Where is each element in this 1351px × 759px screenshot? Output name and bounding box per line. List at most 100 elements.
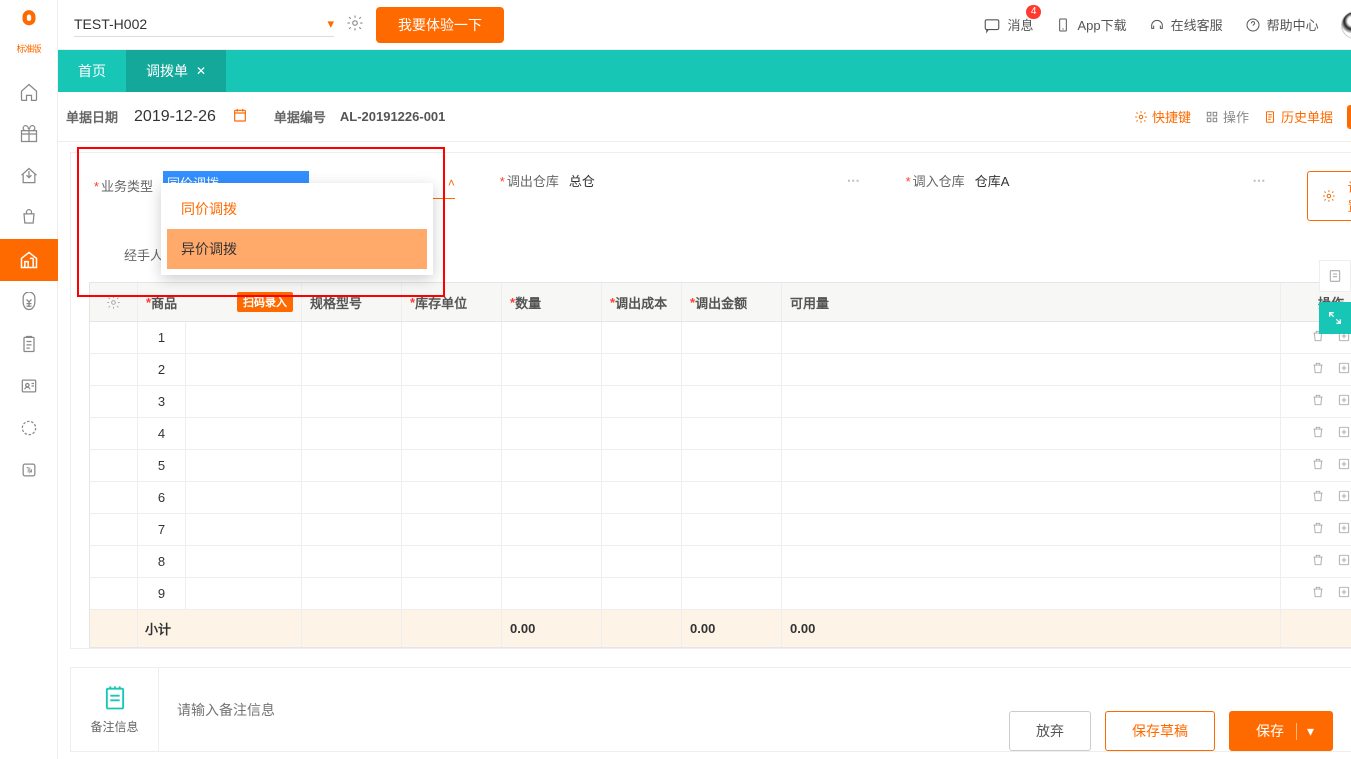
try-button[interactable]: 我要体验一下 xyxy=(376,7,504,43)
delete-row-icon[interactable] xyxy=(1311,457,1325,474)
add-row-icon[interactable] xyxy=(1337,393,1351,410)
view-toggle: ☰ ▒ xyxy=(1347,105,1351,129)
shortcut-link[interactable]: 快捷键 xyxy=(1134,107,1191,126)
company-selector[interactable]: ▾ xyxy=(74,12,334,37)
table-row[interactable]: 9 xyxy=(90,578,1351,610)
nav-finance[interactable] xyxy=(0,281,58,323)
nav-warehouse[interactable] xyxy=(0,239,58,281)
logo-text: 标准版 xyxy=(16,42,40,55)
row-index: 8 xyxy=(138,546,186,577)
page-header: 单据日期 2019-12-26 单据编号 AL-20191226-001 快捷键… xyxy=(58,92,1351,142)
delete-row-icon[interactable] xyxy=(1311,553,1325,570)
mobile-icon xyxy=(1055,17,1071,33)
th-amount: *调出金额 xyxy=(682,283,782,321)
row-index: 9 xyxy=(138,578,186,609)
add-row-icon[interactable] xyxy=(1337,425,1351,442)
message-badge: 4 xyxy=(1026,5,1042,19)
in-wh-value[interactable]: 仓库A xyxy=(975,171,1243,190)
sidebar-nav: 标准版 xyxy=(0,0,58,759)
delete-row-icon[interactable] xyxy=(1311,393,1325,410)
field-out-warehouse[interactable]: *调出仓库 总仓 ⋯ xyxy=(495,171,861,190)
add-row-icon[interactable] xyxy=(1337,361,1351,378)
history-link[interactable]: 历史单据 xyxy=(1263,107,1333,126)
more-icon[interactable]: ⋯ xyxy=(847,173,861,189)
add-row-icon[interactable] xyxy=(1337,553,1351,570)
table-row[interactable]: 2 xyxy=(90,354,1351,386)
messages-link[interactable]: 消息 4 xyxy=(983,15,1033,34)
nav-inbound[interactable] xyxy=(0,155,58,197)
topbar: ▾ 我要体验一下 消息 4 App下载 在线客服 xyxy=(58,0,1351,50)
operate-link[interactable]: 操作 xyxy=(1205,107,1249,126)
help-icon xyxy=(1245,17,1261,33)
discard-button[interactable]: 放弃 xyxy=(1009,711,1091,751)
row-index: 3 xyxy=(138,386,186,417)
company-input[interactable] xyxy=(74,16,319,32)
biztype-dropdown: 同价调拨 异价调拨 xyxy=(161,183,433,275)
table-row[interactable]: 7 xyxy=(90,514,1351,546)
nav-home[interactable] xyxy=(0,71,58,113)
help-link[interactable]: 帮助中心 xyxy=(1245,15,1319,34)
more-icon[interactable]: ⋯ xyxy=(1253,173,1267,189)
delete-row-icon[interactable] xyxy=(1311,425,1325,442)
chevron-down-icon[interactable]: ▾ xyxy=(1296,723,1314,740)
gear-icon xyxy=(1134,110,1148,124)
table-settings-icon[interactable] xyxy=(90,283,138,321)
table-row[interactable]: 4 xyxy=(90,418,1351,450)
chevron-up-icon[interactable]: ˄ xyxy=(448,176,455,190)
date-value[interactable]: 2019-12-26 xyxy=(134,108,216,126)
table-row[interactable]: 5 xyxy=(90,450,1351,482)
add-row-icon[interactable] xyxy=(1337,457,1351,474)
nav-sync[interactable] xyxy=(0,407,58,449)
table-row[interactable]: 8 xyxy=(90,546,1351,578)
tab-transfer-order[interactable]: 调拨单 ✕ xyxy=(126,50,226,92)
delete-row-icon[interactable] xyxy=(1311,521,1325,538)
th-avail: 可用量 xyxy=(782,283,1281,321)
headset-icon xyxy=(1149,17,1165,33)
nav-cart[interactable] xyxy=(0,197,58,239)
setup-button[interactable]: 设置 xyxy=(1307,171,1351,221)
remarks-label: 备注信息 xyxy=(90,718,138,735)
subtotal-label: 小计 xyxy=(138,610,186,647)
app-download-link[interactable]: App下载 xyxy=(1055,15,1126,34)
close-tab-icon[interactable]: ✕ xyxy=(196,64,206,78)
tab-home[interactable]: 首页 xyxy=(58,50,126,92)
date-label: 单据日期 xyxy=(66,107,118,126)
nav-new[interactable] xyxy=(0,449,58,491)
save-draft-button[interactable]: 保存草稿 xyxy=(1105,711,1215,751)
dropdown-option-diff-price[interactable]: 异价调拨 xyxy=(167,229,427,269)
float-expand-icon[interactable] xyxy=(1319,302,1351,334)
footer-buttons: 放弃 保存草稿 保存 ▾ xyxy=(1009,711,1333,751)
delete-row-icon[interactable] xyxy=(1311,585,1325,602)
add-row-icon[interactable] xyxy=(1337,585,1351,602)
dropdown-option-same-price[interactable]: 同价调拨 xyxy=(167,189,427,229)
logo-icon xyxy=(16,8,42,40)
docno-label: 单据编号 xyxy=(274,107,326,126)
user-menu[interactable]: C C xyxy=(1341,11,1351,39)
th-product: *商品扫码录入 xyxy=(138,283,302,321)
subtotal-amount: 0.00 xyxy=(682,610,782,647)
table-row[interactable]: 1 xyxy=(90,322,1351,354)
save-button[interactable]: 保存 ▾ xyxy=(1229,711,1333,751)
row-index: 5 xyxy=(138,450,186,481)
float-note-icon[interactable] xyxy=(1319,260,1351,292)
doc-icon xyxy=(1263,110,1277,124)
float-toolbar xyxy=(1319,260,1351,334)
service-link[interactable]: 在线客服 xyxy=(1149,15,1223,34)
subtotal-qty: 0.00 xyxy=(502,610,602,647)
nav-contacts[interactable] xyxy=(0,365,58,407)
delete-row-icon[interactable] xyxy=(1311,489,1325,506)
field-in-warehouse[interactable]: *调入仓库 仓库A ⋯ xyxy=(901,171,1267,190)
table-row[interactable]: 6 xyxy=(90,482,1351,514)
th-unit: *库存单位 xyxy=(402,283,502,321)
chevron-down-icon[interactable]: ▾ xyxy=(327,16,334,32)
nav-gift[interactable] xyxy=(0,113,58,155)
delete-row-icon[interactable] xyxy=(1311,361,1325,378)
add-row-icon[interactable] xyxy=(1337,489,1351,506)
settings-gear-icon[interactable] xyxy=(346,14,364,35)
calendar-icon[interactable] xyxy=(232,107,248,126)
add-row-icon[interactable] xyxy=(1337,521,1351,538)
scan-input-badge[interactable]: 扫码录入 xyxy=(237,292,293,312)
nav-clipboard[interactable] xyxy=(0,323,58,365)
out-wh-value[interactable]: 总仓 xyxy=(569,171,837,190)
table-row[interactable]: 3 xyxy=(90,386,1351,418)
